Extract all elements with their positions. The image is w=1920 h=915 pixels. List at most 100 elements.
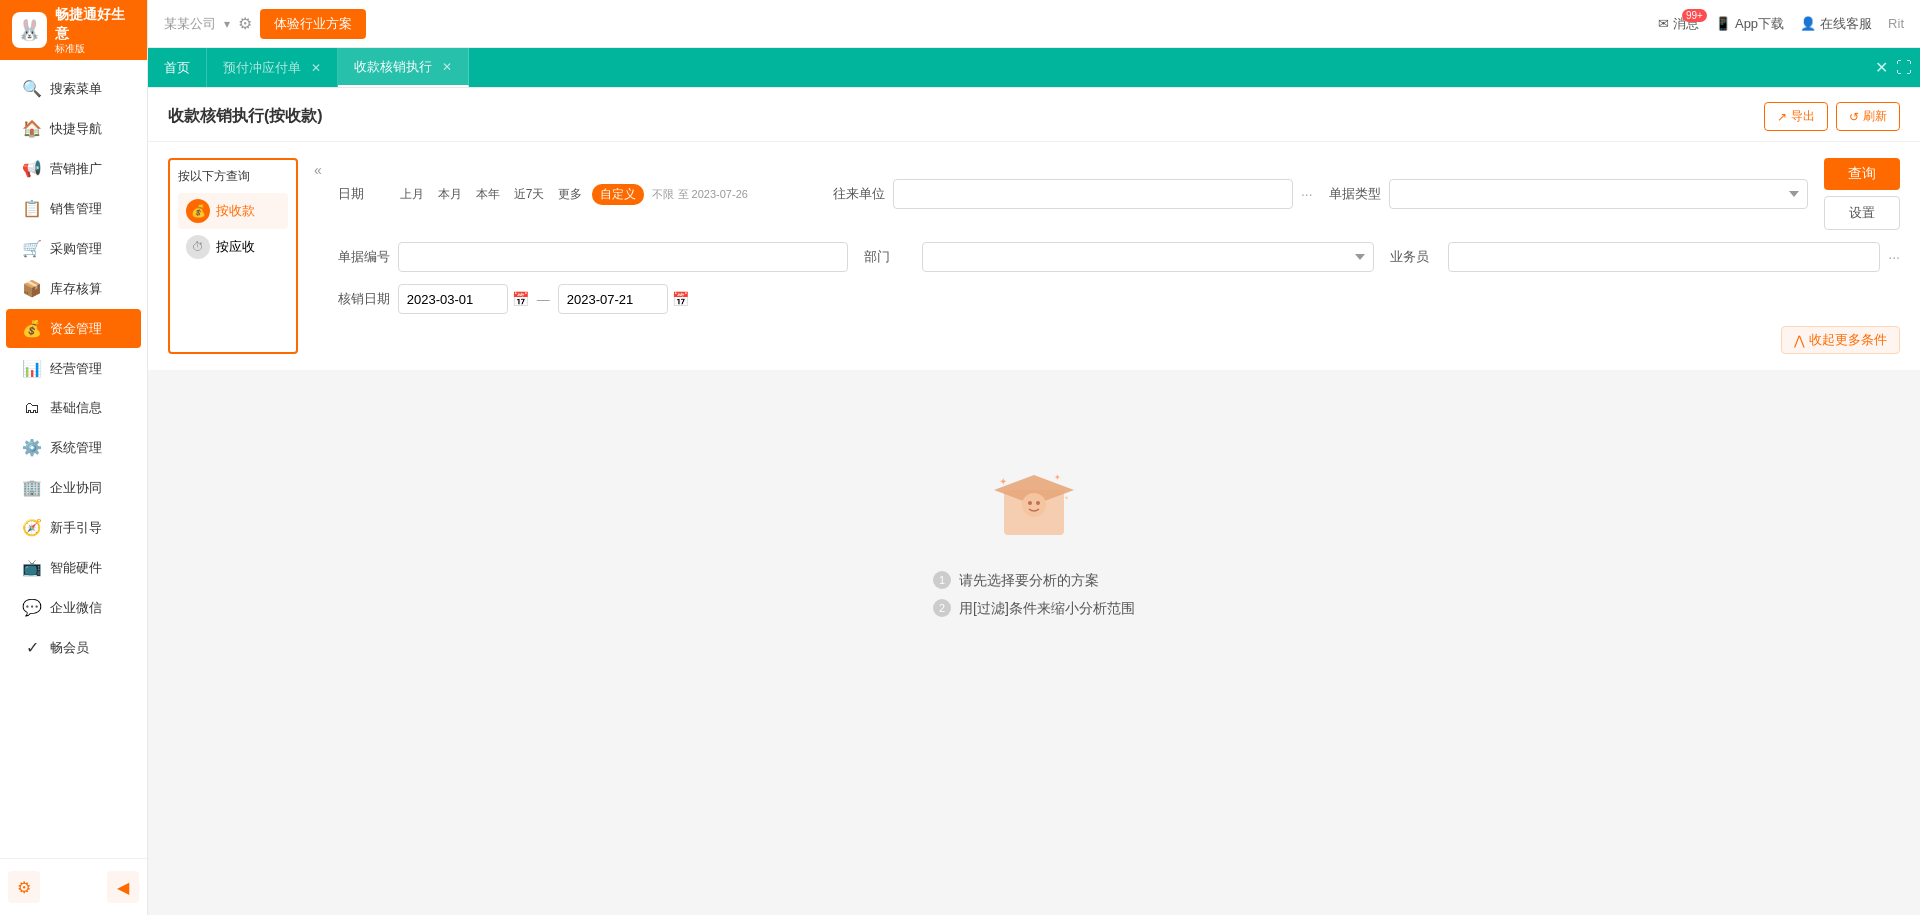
by-receivable-label: 按应收 [216, 238, 255, 256]
tab-prepay[interactable]: 预付冲应付单 ✕ [207, 48, 338, 87]
marketing-icon: 📢 [22, 159, 42, 178]
query-buttons: 查询 设置 [1824, 158, 1900, 230]
tip-text-2: 用[过滤]条件来缩小分析范围 [959, 594, 1135, 622]
filter-panel-collapse-icon[interactable]: « [314, 162, 322, 178]
refresh-button[interactable]: ↺ 刷新 [1836, 102, 1900, 131]
date-separator: — [537, 292, 550, 307]
app-label: App下载 [1735, 15, 1784, 33]
filter-option-by-receipt[interactable]: 💰 按收款 [178, 193, 288, 229]
sidebar-item-enterprise[interactable]: 🏢 企业协同 [6, 468, 141, 507]
sidebar-item-sales[interactable]: 📋 销售管理 [6, 189, 141, 228]
partner-field: 往来单位 ··· [833, 179, 1312, 209]
tab-collection[interactable]: 收款核销执行 ✕ [338, 48, 469, 87]
logo-icon: 🐰 [12, 12, 47, 48]
refresh-label: 刷新 [1863, 108, 1887, 125]
sidebar-logo: 🐰 畅捷通好生意 标准版 [0, 0, 147, 60]
export-button[interactable]: ↗ 导出 [1764, 102, 1828, 131]
tip-num-2: 2 [933, 599, 951, 617]
guide-icon: 🧭 [22, 518, 42, 537]
empty-tip-2: 2 用[过滤]条件来缩小分析范围 [933, 594, 1135, 622]
sidebar-item-member[interactable]: ✓ 畅会员 [6, 628, 141, 667]
operations-icon: 📊 [22, 359, 42, 378]
collapse-up-icon: ⋀ [1794, 333, 1805, 348]
settings-footer-btn[interactable]: ⚙ [8, 871, 40, 903]
verify-date-field: 核销日期 📅 — 📅 [338, 284, 1900, 314]
date-last-month-btn[interactable]: 上月 [396, 184, 428, 205]
sidebar-item-hardware[interactable]: 📺 智能硬件 [6, 548, 141, 587]
collapse-sidebar-btn[interactable]: ◀ [107, 871, 139, 903]
date-7days-btn[interactable]: 近7天 [510, 184, 549, 205]
sidebar-item-label: 采购管理 [50, 240, 102, 258]
search-menu-icon: 🔍 [22, 79, 42, 98]
sidebar-item-guide[interactable]: 🧭 新手引导 [6, 508, 141, 547]
svg-text:✦: ✦ [1064, 495, 1069, 501]
dept-select[interactable] [922, 242, 1374, 272]
sidebar-item-search-menu[interactable]: 🔍 搜索菜单 [6, 69, 141, 108]
company-dropdown-icon[interactable]: ▾ [224, 17, 230, 31]
sidebar-item-operations[interactable]: 📊 经营管理 [6, 349, 141, 388]
partner-more-icon[interactable]: ··· [1301, 186, 1313, 202]
sidebar-item-label: 销售管理 [50, 200, 102, 218]
svg-text:✦: ✦ [1054, 473, 1061, 482]
verify-date-end-calendar-icon[interactable]: 📅 [672, 291, 689, 307]
collapse-more-btn[interactable]: ⋀ 收起更多条件 [1781, 326, 1900, 354]
staff-more-icon[interactable]: ··· [1888, 249, 1900, 265]
sidebar-item-quick-nav[interactable]: 🏠 快捷导航 [6, 109, 141, 148]
sidebar-item-label: 基础信息 [50, 399, 102, 417]
tab-collection-label: 收款核销执行 [354, 58, 432, 76]
page-header: 收款核销执行(按收款) ↗ 导出 ↺ 刷新 [148, 88, 1920, 142]
inventory-icon: 📦 [22, 279, 42, 298]
date-this-year-btn[interactable]: 本年 [472, 184, 504, 205]
sidebar-item-basic-info[interactable]: 🗂 基础信息 [6, 389, 141, 427]
date-more-btn[interactable]: 更多 [554, 184, 586, 205]
tab-collection-close-icon[interactable]: ✕ [442, 60, 452, 74]
svg-point-3 [1028, 501, 1032, 505]
query-button[interactable]: 查询 [1824, 158, 1900, 190]
tab-home-label: 首页 [164, 59, 190, 77]
date-this-month-btn[interactable]: 本月 [434, 184, 466, 205]
staff-field: 业务员 ··· [1390, 242, 1900, 272]
tab-prepay-close-icon[interactable]: ✕ [311, 61, 321, 75]
message-button[interactable]: ✉ 消息 99+ [1658, 15, 1699, 33]
doc-no-input[interactable] [398, 242, 848, 272]
topbar-left: 某某公司 ▾ ⚙ 体验行业方案 [164, 9, 1646, 39]
app-download-button[interactable]: 📱 App下载 [1715, 15, 1784, 33]
topbar: 某某公司 ▾ ⚙ 体验行业方案 ✉ 消息 99+ 📱 App下载 👤 在线客服 … [148, 0, 1920, 48]
filter-option-by-receivable[interactable]: ⏱ 按应收 [178, 229, 288, 265]
sidebar-item-marketing[interactable]: 📢 营销推广 [6, 149, 141, 188]
by-receipt-icon: 💰 [186, 199, 210, 223]
basic-info-icon: 🗂 [22, 399, 42, 417]
fullscreen-icon[interactable]: ⛶ [1896, 59, 1912, 77]
sidebar-item-label: 库存核算 [50, 280, 102, 298]
verify-date-end-input[interactable] [558, 284, 668, 314]
staff-label: 业务员 [1390, 248, 1440, 266]
date-custom-btn[interactable]: 自定义 [592, 184, 644, 205]
tab-home[interactable]: 首页 [148, 48, 207, 87]
logo-text: 畅捷通好生意 标准版 [55, 5, 136, 54]
verify-date-start-input[interactable] [398, 284, 508, 314]
partner-input[interactable] [893, 179, 1293, 209]
sidebar-item-label: 系统管理 [50, 439, 102, 457]
partner-label: 往来单位 [833, 185, 885, 203]
doc-no-label: 单据编号 [338, 248, 390, 266]
setting-button[interactable]: 设置 [1824, 196, 1900, 230]
topbar-gear-icon[interactable]: ⚙ [238, 14, 252, 33]
sidebar-item-system[interactable]: ⚙️ 系统管理 [6, 428, 141, 467]
filter-row-1: 日期 上月 本月 本年 近7天 更多 自定义 不限 至 2023-07-26 往… [338, 158, 1900, 230]
sidebar-item-inventory[interactable]: 📦 库存核算 [6, 269, 141, 308]
staff-input[interactable] [1448, 242, 1880, 272]
sidebar-item-finance[interactable]: 💰 资金管理 [6, 309, 141, 348]
sidebar-item-wechat[interactable]: 💬 企业微信 [6, 588, 141, 627]
date-shortcuts: 上月 本月 本年 近7天 更多 自定义 [396, 184, 645, 205]
verify-date-start-calendar-icon[interactable]: 📅 [512, 291, 529, 307]
date-hint: 不限 至 2023-07-26 [652, 187, 747, 202]
doc-type-select[interactable] [1389, 179, 1808, 209]
sidebar-item-label: 快捷导航 [50, 120, 102, 138]
close-tab-icon[interactable]: ✕ [1875, 58, 1888, 77]
online-service-button[interactable]: 👤 在线客服 [1800, 15, 1872, 33]
industry-solution-button[interactable]: 体验行业方案 [260, 9, 366, 39]
purchase-icon: 🛒 [22, 239, 42, 258]
sidebar-item-purchase[interactable]: 🛒 采购管理 [6, 229, 141, 268]
sidebar-item-label: 经营管理 [50, 360, 102, 378]
sidebar-item-label: 智能硬件 [50, 559, 102, 577]
